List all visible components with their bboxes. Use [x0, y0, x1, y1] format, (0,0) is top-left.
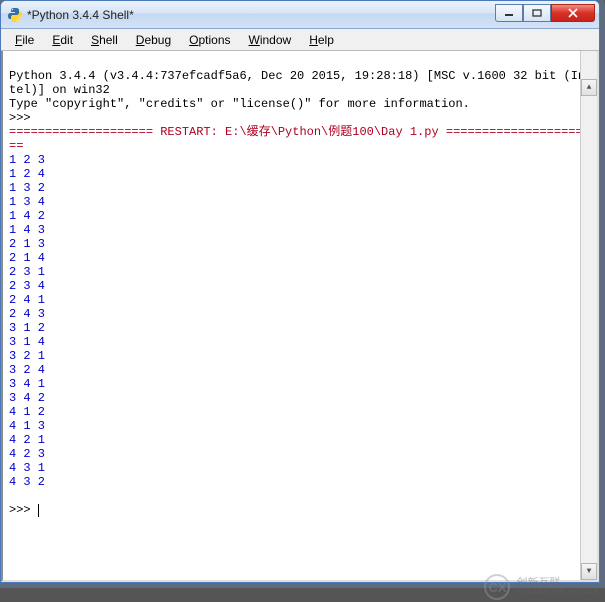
menu-options[interactable]: Options	[181, 31, 238, 49]
output-line: 3 4 2	[9, 391, 45, 405]
output-line: 2 4 1	[9, 293, 45, 307]
output-line: 4 2 1	[9, 433, 45, 447]
python-icon	[7, 7, 23, 23]
output-line: 3 2 1	[9, 349, 45, 363]
output-line: 2 3 1	[9, 265, 45, 279]
maximize-button[interactable]	[523, 4, 551, 22]
restart-line: ==================== RESTART: E:\缓存\Pyth…	[9, 125, 590, 139]
output-line: 3 4 1	[9, 377, 45, 391]
output-line: 4 3 2	[9, 475, 45, 489]
close-button[interactable]	[551, 4, 595, 22]
window-buttons	[495, 8, 595, 22]
prompt: >>>	[9, 503, 38, 517]
output-line: 4 2 3	[9, 447, 45, 461]
watermark-logo-icon: CX	[484, 574, 510, 600]
idle-window: *Python 3.4.4 Shell* File Edit Shell Deb…	[0, 0, 600, 583]
menu-window[interactable]: Window	[241, 31, 300, 49]
banner-line: Type "copyright", "credits" or "license(…	[9, 97, 470, 111]
output-line: 4 1 2	[9, 405, 45, 419]
output-line: 2 1 4	[9, 251, 45, 265]
menu-debug[interactable]: Debug	[128, 31, 179, 49]
output-line: 2 4 3	[9, 307, 45, 321]
prompt: >>>	[9, 111, 38, 125]
menu-shell[interactable]: Shell	[83, 31, 126, 49]
banner-line: Python 3.4.4 (v3.4.4:737efcadf5a6, Dec 2…	[9, 69, 585, 83]
output-line: 1 4 3	[9, 223, 45, 237]
output-line: 1 4 2	[9, 209, 45, 223]
vertical-scrollbar[interactable]: ▲ ▼	[580, 51, 597, 580]
output-line: 1 3 4	[9, 195, 45, 209]
titlebar[interactable]: *Python 3.4.4 Shell*	[1, 1, 599, 29]
scroll-track[interactable]	[581, 68, 597, 563]
output-line: 2 3 4	[9, 279, 45, 293]
output-block: 1 2 3 1 2 4 1 3 2 1 3 4 1 4 2 1 4 3 2 1 …	[9, 153, 45, 489]
output-line: 1 2 3	[9, 153, 45, 167]
output-line: 3 2 4	[9, 363, 45, 377]
minimize-button[interactable]	[495, 4, 523, 22]
output-line: 3 1 2	[9, 321, 45, 335]
output-line: 1 3 2	[9, 181, 45, 195]
menubar: File Edit Shell Debug Options Window Hel…	[1, 29, 599, 51]
menu-help[interactable]: Help	[301, 31, 342, 49]
watermark: CX 创新互联 CHUANG XIN HU LIAN	[484, 574, 599, 600]
menu-edit[interactable]: Edit	[44, 31, 81, 49]
output-line: 1 2 4	[9, 167, 45, 181]
watermark-text: 创新互联 CHUANG XIN HU LIAN	[516, 577, 599, 597]
output-line: 4 1 3	[9, 419, 45, 433]
output-line: 4 3 1	[9, 461, 45, 475]
cursor	[38, 504, 39, 517]
restart-line-tail: ==	[9, 139, 23, 153]
shell-content[interactable]: Python 3.4.4 (v3.4.4:737efcadf5a6, Dec 2…	[1, 51, 599, 582]
output-line: 3 1 4	[9, 335, 45, 349]
menu-file[interactable]: File	[7, 31, 42, 49]
output-line: 2 1 3	[9, 237, 45, 251]
banner-line: tel)] on win32	[9, 83, 110, 97]
window-title: *Python 3.4.4 Shell*	[27, 8, 495, 22]
